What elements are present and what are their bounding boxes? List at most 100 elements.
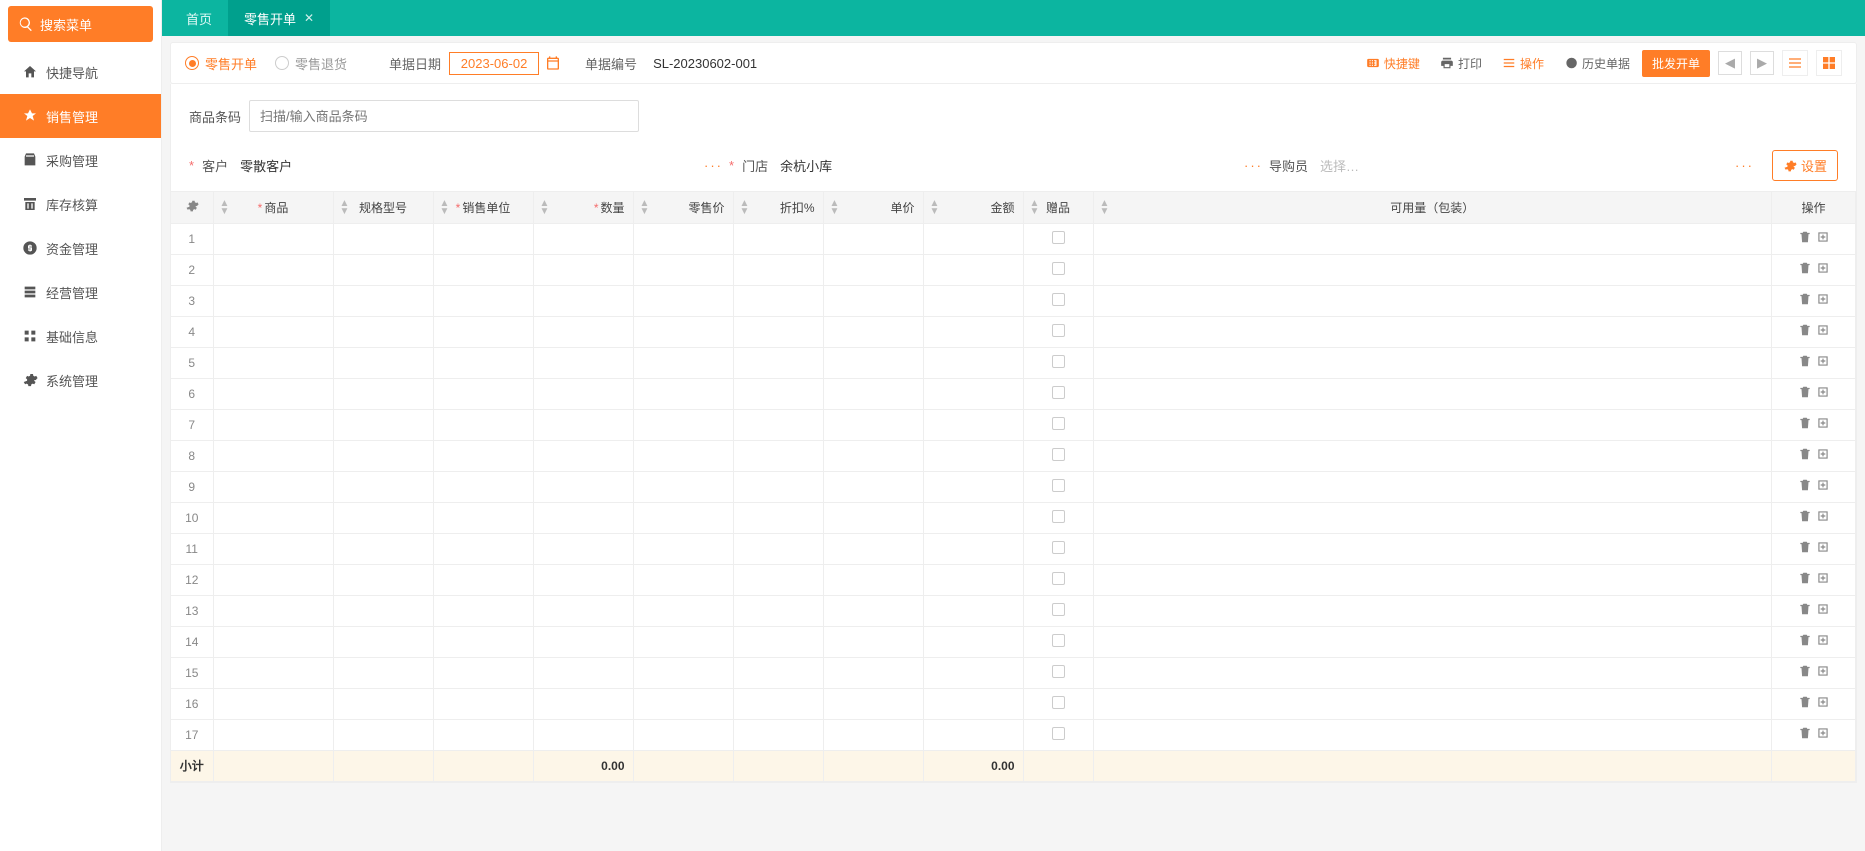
cell-amount[interactable] [923, 223, 1023, 254]
cell-qty[interactable] [533, 471, 633, 502]
checkbox-icon[interactable] [1052, 727, 1065, 740]
table-row[interactable]: 7 [171, 409, 1856, 440]
table-row[interactable]: 9 [171, 471, 1856, 502]
col-discount[interactable]: ▲▼折扣% [733, 192, 823, 223]
cell-gift[interactable] [1023, 285, 1093, 316]
cell-discount[interactable] [733, 719, 823, 750]
cell-discount[interactable] [733, 347, 823, 378]
cell-retail-price[interactable] [633, 657, 733, 688]
mode-radio-return[interactable]: 零售退货 [275, 54, 347, 73]
cell-qty[interactable] [533, 285, 633, 316]
cell-amount[interactable] [923, 378, 1023, 409]
cell-gift[interactable] [1023, 595, 1093, 626]
cell-amount[interactable] [923, 626, 1023, 657]
insert-row-button[interactable] [1814, 419, 1832, 433]
customer-more-button[interactable]: ··· [698, 158, 729, 173]
checkbox-icon[interactable] [1052, 386, 1065, 399]
cell-qty[interactable] [533, 347, 633, 378]
cell-spec[interactable] [333, 533, 433, 564]
table-row[interactable]: 16 [171, 688, 1856, 719]
cell-discount[interactable] [733, 471, 823, 502]
cell-available[interactable] [1093, 502, 1772, 533]
delete-row-button[interactable] [1796, 636, 1814, 650]
cell-gift[interactable] [1023, 378, 1093, 409]
cell-discount[interactable] [733, 688, 823, 719]
insert-row-button[interactable] [1814, 481, 1832, 495]
sidebar-item-quicknav[interactable]: 快捷导航 [0, 50, 161, 94]
delete-row-button[interactable] [1796, 698, 1814, 712]
cell-available[interactable] [1093, 564, 1772, 595]
checkbox-icon[interactable] [1052, 572, 1065, 585]
delete-row-button[interactable] [1796, 450, 1814, 464]
cell-product[interactable] [213, 533, 333, 564]
cell-discount[interactable] [733, 533, 823, 564]
cell-unit[interactable] [433, 719, 533, 750]
delete-row-button[interactable] [1796, 543, 1814, 557]
delete-row-button[interactable] [1796, 326, 1814, 340]
print-button[interactable]: 打印 [1432, 51, 1490, 76]
delete-row-button[interactable] [1796, 295, 1814, 309]
cell-available[interactable] [1093, 254, 1772, 285]
cell-spec[interactable] [333, 719, 433, 750]
cell-unit[interactable] [433, 347, 533, 378]
cell-spec[interactable] [333, 440, 433, 471]
cell-price[interactable] [823, 626, 923, 657]
table-row[interactable]: 11 [171, 533, 1856, 564]
cell-retail-price[interactable] [633, 564, 733, 595]
cell-unit[interactable] [433, 440, 533, 471]
table-row[interactable]: 14 [171, 626, 1856, 657]
cell-spec[interactable] [333, 564, 433, 595]
cell-discount[interactable] [733, 378, 823, 409]
insert-row-button[interactable] [1814, 233, 1832, 247]
cell-price[interactable] [823, 533, 923, 564]
delete-row-button[interactable] [1796, 729, 1814, 743]
checkbox-icon[interactable] [1052, 634, 1065, 647]
cell-retail-price[interactable] [633, 285, 733, 316]
table-row[interactable]: 2 [171, 254, 1856, 285]
cell-price[interactable] [823, 223, 923, 254]
close-icon[interactable]: ✕ [304, 11, 314, 25]
cell-unit[interactable] [433, 502, 533, 533]
checkbox-icon[interactable] [1052, 603, 1065, 616]
cell-retail-price[interactable] [633, 440, 733, 471]
cell-spec[interactable] [333, 595, 433, 626]
cell-amount[interactable] [923, 440, 1023, 471]
cell-product[interactable] [213, 502, 333, 533]
cell-spec[interactable] [333, 688, 433, 719]
cell-unit[interactable] [433, 285, 533, 316]
cell-retail-price[interactable] [633, 347, 733, 378]
cell-spec[interactable] [333, 657, 433, 688]
cell-amount[interactable] [923, 688, 1023, 719]
cell-available[interactable] [1093, 347, 1772, 378]
cell-price[interactable] [823, 502, 923, 533]
cell-gift[interactable] [1023, 254, 1093, 285]
cell-amount[interactable] [923, 347, 1023, 378]
col-product[interactable]: ▲▼*商品 [213, 192, 333, 223]
cell-amount[interactable] [923, 502, 1023, 533]
cell-gift[interactable] [1023, 626, 1093, 657]
delete-row-button[interactable] [1796, 419, 1814, 433]
cell-unit[interactable] [433, 688, 533, 719]
cell-price[interactable] [823, 688, 923, 719]
cell-retail-price[interactable] [633, 254, 733, 285]
calendar-icon[interactable] [545, 55, 561, 71]
col-amount[interactable]: ▲▼金额 [923, 192, 1023, 223]
cell-spec[interactable] [333, 626, 433, 657]
sidebar-item-purchase[interactable]: 采购管理 [0, 138, 161, 182]
checkbox-icon[interactable] [1052, 448, 1065, 461]
cell-unit[interactable] [433, 223, 533, 254]
cell-gift[interactable] [1023, 409, 1093, 440]
insert-row-button[interactable] [1814, 388, 1832, 402]
store-more-button[interactable]: ··· [1238, 158, 1269, 173]
cell-discount[interactable] [733, 285, 823, 316]
cell-product[interactable] [213, 378, 333, 409]
cell-available[interactable] [1093, 378, 1772, 409]
sidebar-item-ops[interactable]: 经营管理 [0, 270, 161, 314]
cell-qty[interactable] [533, 626, 633, 657]
cell-product[interactable] [213, 719, 333, 750]
insert-row-button[interactable] [1814, 667, 1832, 681]
cell-retail-price[interactable] [633, 316, 733, 347]
doc-date-value[interactable]: 2023-06-02 [449, 52, 539, 75]
table-row[interactable]: 17 [171, 719, 1856, 750]
customer-value[interactable]: 零散客户 [234, 152, 692, 179]
